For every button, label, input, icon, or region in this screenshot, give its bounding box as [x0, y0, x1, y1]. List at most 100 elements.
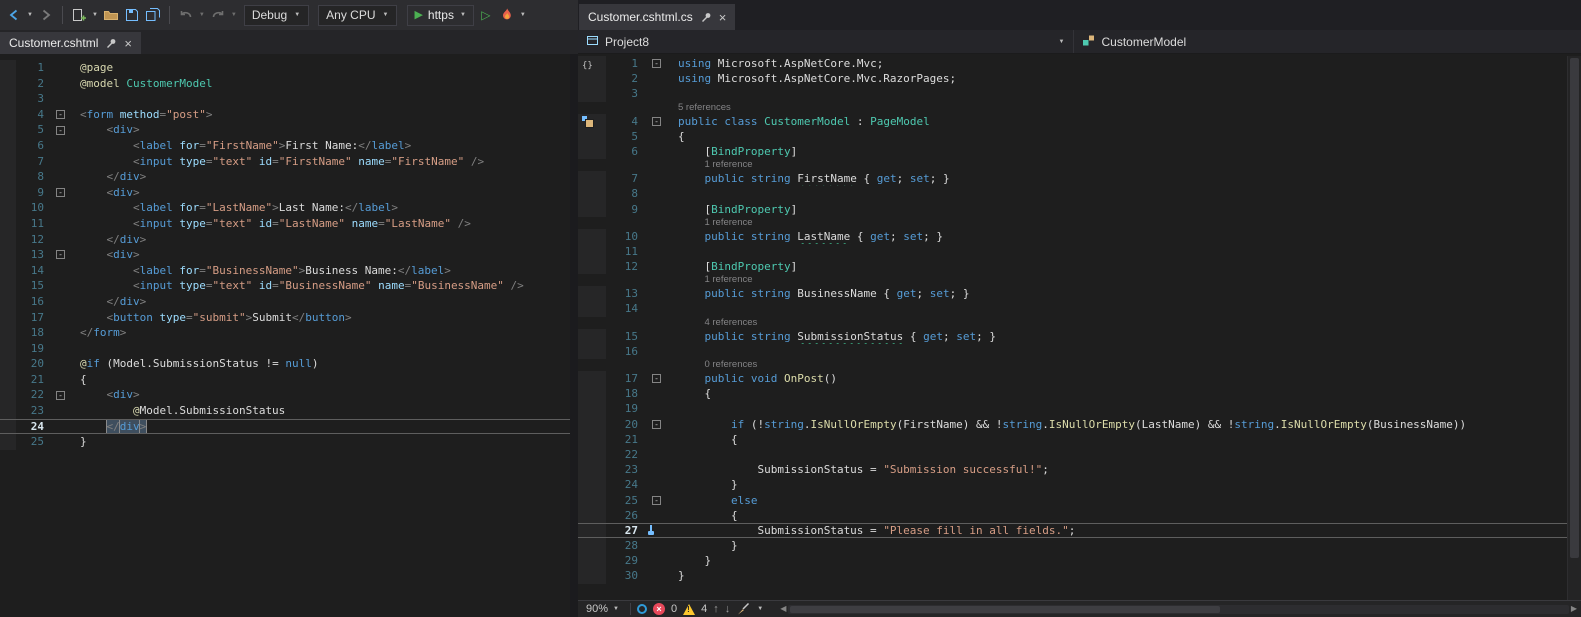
code-line-9[interactable]: 9 [BindProperty]: [578, 201, 1567, 217]
breakpoint-margin[interactable]: [0, 75, 16, 92]
codelens-label[interactable]: 1 reference: [704, 274, 752, 286]
code-line-15[interactable]: 15 public string SubmissionStatus { get;…: [578, 328, 1567, 344]
breakpoint-margin[interactable]: [0, 200, 16, 216]
code-line-17[interactable]: 17 public void OnPost(): [578, 371, 1567, 387]
health-indicator-icon[interactable]: [636, 604, 647, 614]
collapse-icon[interactable]: [652, 419, 661, 429]
code-line-8[interactable]: 8: [578, 186, 1567, 202]
class-glyph-icon[interactable]: [582, 115, 594, 128]
breakpoint-margin[interactable]: [578, 462, 606, 478]
breakpoint-margin[interactable]: [578, 56, 606, 72]
fold-margin[interactable]: [644, 493, 674, 508]
error-count[interactable]: 0: [671, 603, 677, 615]
breakpoint-margin[interactable]: [0, 122, 16, 138]
code-line-26[interactable]: 26 {: [578, 507, 1567, 523]
code-line-12[interactable]: 12 </div>: [0, 231, 570, 248]
zoom-dropdown[interactable]: 90% ▼: [582, 603, 624, 615]
navigate-forward-icon[interactable]: [37, 6, 55, 24]
scrollbar-thumb[interactable]: [790, 605, 1220, 613]
code-line-13[interactable]: 13 <div>: [0, 247, 570, 263]
breakpoint-margin[interactable]: [578, 371, 606, 387]
code-line-11[interactable]: 11 <input type="text" id="LastName" name…: [0, 215, 570, 232]
breakpoint-margin[interactable]: [578, 553, 606, 569]
code-line-2[interactable]: 2 @model CustomerModel: [0, 75, 570, 92]
breakpoint-margin[interactable]: [0, 247, 16, 263]
code-line-12[interactable]: 12 [BindProperty]: [578, 259, 1567, 275]
breakpoint-margin[interactable]: [0, 169, 16, 185]
breakpoint-margin[interactable]: [0, 106, 16, 123]
code-line-15[interactable]: 15 <input type="text" id="BusinessName" …: [0, 278, 570, 294]
breakpoint-margin[interactable]: [0, 356, 16, 372]
code-line-30[interactable]: 30}: [578, 568, 1567, 584]
fold-margin[interactable]: [644, 371, 674, 386]
editor-customer-cshtml-cs[interactable]: 1 using Microsoft.AspNetCore.Mvc; 2 using M…: [578, 54, 1581, 600]
breakpoint-margin[interactable]: [0, 340, 16, 357]
breakpoint-margin[interactable]: [578, 113, 606, 129]
navigate-back-icon[interactable]: [5, 6, 23, 24]
fold-margin[interactable]: [50, 107, 74, 123]
code-line-3[interactable]: 3: [578, 86, 1567, 102]
quick-actions-icon[interactable]: [646, 524, 656, 536]
navigate-back-caret-icon[interactable]: ▼: [27, 12, 33, 18]
scroll-right-icon[interactable]: ▶: [1571, 605, 1577, 613]
code-line-2[interactable]: 2 using Microsoft.AspNetCore.Mvc.RazorPag…: [578, 71, 1567, 87]
fold-margin[interactable]: [644, 114, 674, 129]
open-folder-icon[interactable]: [102, 6, 120, 24]
breakpoint-margin[interactable]: [578, 228, 606, 244]
breakpoint-margin[interactable]: [578, 431, 606, 447]
undo-caret-icon[interactable]: ▼: [199, 12, 205, 18]
codelens-label[interactable]: 4 references: [704, 317, 757, 329]
collapse-icon[interactable]: [56, 390, 65, 400]
fold-margin[interactable]: [644, 417, 674, 432]
code-line-23[interactable]: 23 @Model.SubmissionStatus: [0, 403, 570, 419]
code-line-23[interactable]: 23 SubmissionStatus = "Submission succes…: [578, 462, 1567, 478]
fold-margin[interactable]: [50, 387, 74, 403]
codelens-references[interactable]: 0 references: [578, 359, 1567, 371]
horizontal-scrollbar[interactable]: ◀ ▶: [780, 601, 1577, 617]
breakpoint-margin[interactable]: [0, 309, 16, 326]
codelens-references[interactable]: 5 references: [578, 102, 1567, 114]
fold-margin[interactable]: [50, 185, 74, 201]
code-cleanup-caret-icon[interactable]: ▼: [757, 606, 763, 612]
code-line-11[interactable]: 11: [578, 243, 1567, 260]
collapse-icon[interactable]: [652, 495, 661, 505]
codelens-references[interactable]: 1 reference: [578, 159, 1567, 171]
breakpoint-margin[interactable]: [578, 328, 606, 344]
solution-platforms-dropdown[interactable]: Any CPU ▼: [318, 4, 398, 26]
code-line-29[interactable]: 29 }: [578, 553, 1567, 569]
code-line-17[interactable]: 17 <button type="submit">Submit</button>: [0, 309, 570, 326]
codelens-references[interactable]: 1 reference: [578, 274, 1567, 286]
code-line-4[interactable]: 4 <form method="post">: [0, 106, 570, 123]
start-debugging-button[interactable]: ▶ https ▼: [407, 4, 474, 26]
code-line-20[interactable]: 20 if (!string.IsNullOrEmpty(FirstName) …: [578, 416, 1567, 432]
breakpoint-margin[interactable]: [0, 184, 16, 201]
code-line-9[interactable]: 9 <div>: [0, 184, 570, 201]
pin-icon[interactable]: [105, 37, 117, 49]
code-line-24[interactable]: 24 </div>: [0, 418, 570, 435]
code-line-14[interactable]: 14: [578, 301, 1567, 317]
undo-icon[interactable]: [177, 6, 195, 24]
code-line-5[interactable]: 5{: [578, 128, 1567, 144]
breakpoint-margin[interactable]: [578, 477, 606, 493]
add-item-icon[interactable]: [70, 6, 88, 24]
collapse-icon[interactable]: [56, 110, 65, 120]
code-line-22[interactable]: 22 <div>: [0, 387, 570, 404]
code-line-10[interactable]: 10 public string LastName { get; set; }: [578, 228, 1567, 244]
breakpoint-margin[interactable]: [578, 401, 606, 417]
codelens-label[interactable]: 0 references: [704, 359, 757, 371]
breakpoint-margin[interactable]: [578, 128, 606, 144]
breakpoint-margin[interactable]: [578, 343, 606, 359]
code-line-14[interactable]: 14 <label for="BusinessName">Business Na…: [0, 262, 570, 279]
collapse-icon[interactable]: [652, 374, 661, 384]
save-icon[interactable]: [123, 6, 141, 24]
code-line-18[interactable]: 18 </form>: [0, 325, 570, 341]
breakpoint-margin[interactable]: [578, 416, 606, 432]
breakpoint-margin[interactable]: [578, 259, 606, 275]
code-line-13[interactable]: 13 public string BusinessName { get; set…: [578, 286, 1567, 302]
warning-count[interactable]: 4: [701, 603, 707, 615]
scroll-left-icon[interactable]: ◀: [780, 605, 786, 613]
codelens-label[interactable]: 5 references: [678, 102, 731, 114]
fold-margin[interactable]: [50, 247, 74, 263]
code-line-8[interactable]: 8 </div>: [0, 169, 570, 185]
collapse-icon[interactable]: [652, 116, 661, 126]
